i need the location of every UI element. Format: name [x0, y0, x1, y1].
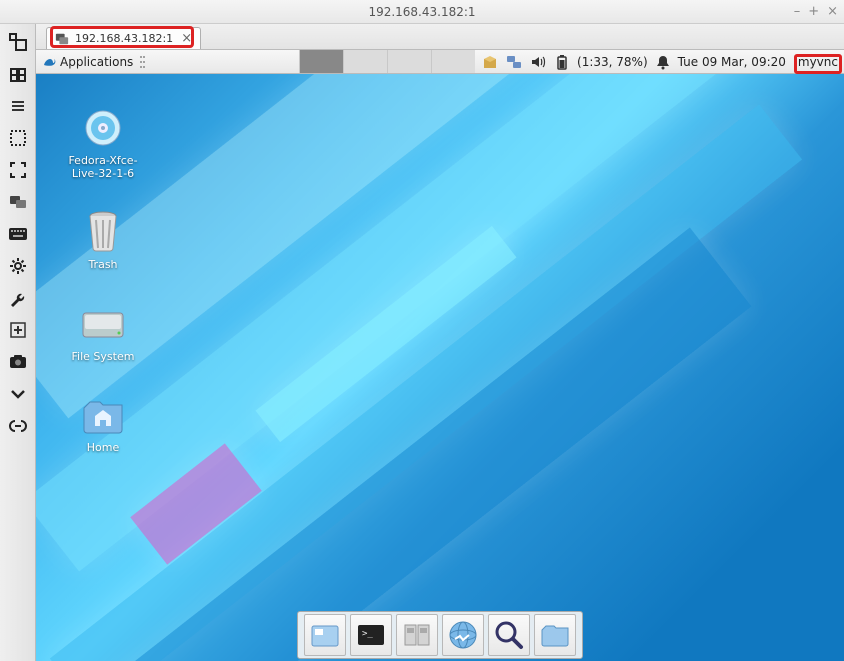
applications-menu-button[interactable]: Applications	[36, 50, 139, 73]
dock-app-finder[interactable]	[488, 614, 530, 656]
workspace-1[interactable]	[299, 50, 343, 73]
window-title: 192.168.43.182:1	[368, 5, 475, 19]
disc-icon	[83, 108, 123, 148]
desktop-icon-home[interactable]: Home	[48, 391, 158, 454]
copy-icon[interactable]	[4, 60, 32, 88]
desktop-icon-fedora-disc[interactable]: Fedora-Xfce- Live-32-1-6	[48, 104, 158, 180]
svg-text:>_: >_	[362, 629, 373, 639]
xfce-logo-icon	[42, 55, 56, 69]
terminal-icon: >_	[356, 622, 386, 648]
desktop-icon-label: Home	[87, 441, 119, 454]
drive-icon	[81, 307, 125, 341]
collapse-icon[interactable]	[4, 380, 32, 408]
disconnect-icon[interactable]	[4, 412, 32, 440]
notification-bell-icon[interactable]	[654, 53, 672, 71]
window-controls: – + ×	[794, 4, 838, 19]
dock-user-folder[interactable]	[534, 614, 576, 656]
tab-bar: 192.168.43.182:1 ×	[0, 24, 844, 50]
dock-web-browser[interactable]	[442, 614, 484, 656]
xfce-bottom-dock: >_	[297, 611, 583, 659]
desktop-icon-label: Fedora-Xfce- Live-32-1-6	[68, 154, 137, 180]
desktop-icon-label: File System	[72, 350, 135, 363]
dock-terminal[interactable]: >_	[350, 614, 392, 656]
workspace-4[interactable]	[431, 50, 475, 73]
scale-icon[interactable]	[4, 124, 32, 152]
dock-show-desktop[interactable]	[304, 614, 346, 656]
workspace-3[interactable]	[387, 50, 431, 73]
search-icon	[493, 619, 525, 651]
fullscreen-icon[interactable]	[4, 156, 32, 184]
user-button[interactable]: myvnc	[792, 50, 844, 73]
battery-status-text[interactable]: (1:33, 78%)	[577, 55, 648, 69]
user-label: myvnc	[798, 55, 838, 69]
connection-tab-label: 192.168.43.182:1	[75, 32, 173, 45]
new-connection-icon[interactable]	[4, 28, 32, 56]
xfce-top-panel: Applications (1:33, 78%) Tue 09 Mar, 09:…	[36, 50, 844, 74]
close-button[interactable]: ×	[827, 4, 838, 19]
maximize-button[interactable]: +	[808, 4, 819, 19]
desktop-icon-label: Trash	[88, 258, 117, 271]
panel-handle-icon[interactable]	[139, 53, 147, 71]
menu-icon[interactable]	[4, 92, 32, 120]
clock-text[interactable]: Tue 09 Mar, 09:20	[678, 55, 786, 69]
workspace-switcher[interactable]	[299, 50, 475, 73]
screenshot-icon[interactable]	[4, 348, 32, 376]
minimize-button[interactable]: –	[794, 4, 801, 19]
desktop-icon-trash[interactable]: Trash	[48, 208, 158, 271]
file-manager-icon	[402, 621, 432, 649]
plus-icon[interactable]	[4, 316, 32, 344]
workspace-2[interactable]	[343, 50, 387, 73]
keyboard-icon[interactable]	[4, 220, 32, 248]
desktop-icons-area: Fedora-Xfce- Live-32-1-6 Trash File Syst…	[48, 104, 158, 482]
system-tray: (1:33, 78%) Tue 09 Mar, 09:20	[475, 50, 792, 73]
desktop-wallpaper[interactable]: Fedora-Xfce- Live-32-1-6 Trash File Syst…	[36, 74, 844, 661]
package-updates-icon[interactable]	[481, 53, 499, 71]
desktop-icon-filesystem[interactable]: File System	[48, 300, 158, 363]
tab-close-icon[interactable]: ×	[181, 31, 192, 46]
volume-icon[interactable]	[529, 53, 547, 71]
network-icon[interactable]	[505, 53, 523, 71]
remote-desktop-viewport[interactable]: Applications (1:33, 78%) Tue 09 Mar, 09:…	[36, 50, 844, 661]
client-left-toolbar	[0, 24, 36, 661]
folder-icon	[539, 622, 571, 648]
tools-icon[interactable]	[4, 284, 32, 312]
trash-icon	[84, 210, 122, 254]
dock-file-manager[interactable]	[396, 614, 438, 656]
vnc-icon	[55, 32, 69, 46]
applications-menu-label: Applications	[60, 55, 133, 69]
connection-tab[interactable]: 192.168.43.182:1 ×	[46, 27, 201, 49]
globe-icon	[447, 619, 479, 651]
home-folder-icon	[81, 396, 125, 434]
window-titlebar: 192.168.43.182:1 – + ×	[0, 0, 844, 24]
settings-icon[interactable]	[4, 252, 32, 280]
battery-icon[interactable]	[553, 53, 571, 71]
switch-monitor-icon[interactable]	[4, 188, 32, 216]
show-desktop-icon	[310, 622, 340, 648]
